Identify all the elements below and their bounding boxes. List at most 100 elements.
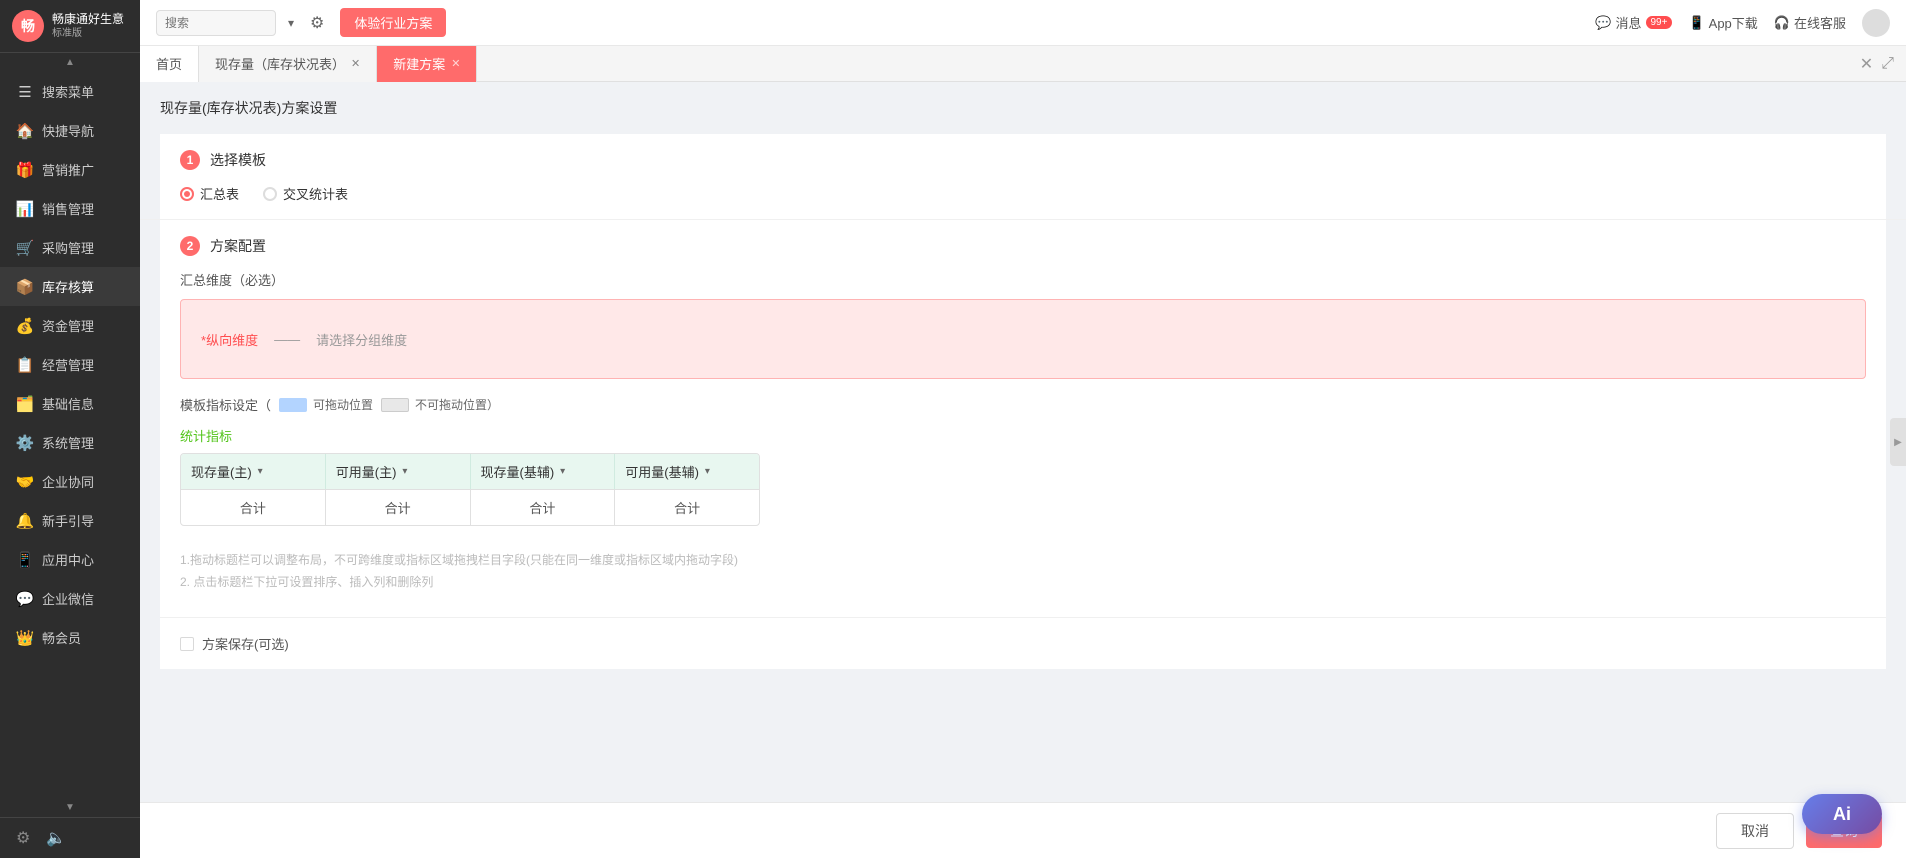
right-collapse-btn[interactable]: ▶: [1890, 418, 1906, 466]
app-download-btn[interactable]: 📱 App下载: [1688, 13, 1757, 32]
sidebar-bottom: ⚙ 🔈: [0, 817, 140, 858]
sidebar-item-label: 基础信息: [42, 394, 94, 413]
tab-new-scheme-label: 新建方案: [393, 54, 445, 73]
clipboard-icon: 📋: [16, 356, 34, 374]
page-title: 现存量(库存状况表)方案设置: [160, 98, 1886, 118]
radio-cross-label: 交叉统计表: [283, 184, 348, 203]
close-tab-icon[interactable]: ✕: [1860, 54, 1873, 74]
tabs-actions: ✕ ⤢: [1860, 54, 1906, 74]
stats-body-cell-0-3: 合计: [615, 490, 759, 525]
step1-title: 选择模板: [210, 150, 266, 170]
tab-home-label: 首页: [156, 54, 182, 73]
sidebar-scroll-down[interactable]: ▼: [0, 798, 140, 817]
stats-header-label-0: 现存量(主): [191, 462, 252, 481]
sidebar-item-sales[interactable]: 📊 销售管理: [0, 189, 140, 228]
sidebar-item-label: 销售管理: [42, 199, 94, 218]
stats-section-label: 统计指标: [180, 426, 1866, 445]
sidebar-item-inventory[interactable]: 📦 库存核算: [0, 267, 140, 306]
step1-number: 1: [180, 150, 200, 170]
stats-header-label-1: 可用量(主): [336, 462, 397, 481]
radio-summary[interactable]: 汇总表: [180, 184, 239, 203]
stats-table-header: 现存量(主) ▾ 可用量(主) ▾ 现存量(基辅) ▾ 可用量(基辅): [181, 454, 759, 489]
settings-icon[interactable]: ⚙: [16, 828, 30, 848]
sidebar-item-guide[interactable]: 🔔 新手引导: [0, 501, 140, 540]
chevron-down-icon-1[interactable]: ▾: [402, 466, 407, 477]
chevron-down-icon-3[interactable]: ▾: [705, 466, 710, 477]
sidebar-item-label: 资金管理: [42, 316, 94, 335]
sidebar-item-system[interactable]: ⚙️ 系统管理: [0, 423, 140, 462]
indicator-settings-text: 模板指标设定（: [180, 395, 271, 414]
radio-cross[interactable]: 交叉统计表: [263, 184, 348, 203]
step1-section: 1 选择模板 汇总表 交叉统计表: [160, 134, 1886, 219]
dimension-row: *纵向维度 —— 请选择分组维度: [201, 330, 407, 349]
message-btn[interactable]: 💬 消息 99+: [1595, 13, 1672, 32]
draggable-box: [279, 398, 307, 412]
phone-icon: 📱: [1688, 15, 1704, 31]
save-option: 方案保存(可选): [160, 617, 1886, 669]
fixed-label: 不可拖动位置）: [415, 396, 499, 413]
sidebar-item-operations[interactable]: 📋 经营管理: [0, 345, 140, 384]
step2-header: 2 方案配置: [180, 236, 1866, 256]
indicator-settings: 模板指标设定（ 可拖动位置 不可拖动位置） 统计指标 现存量(主): [180, 395, 1866, 526]
sidebar-item-finance[interactable]: 💰 资金管理: [0, 306, 140, 345]
chevron-down-icon-0[interactable]: ▾: [258, 466, 263, 477]
stats-table-body: 合计 合计 合计 合计: [181, 489, 759, 525]
phone-icon: 📱: [16, 551, 34, 569]
sidebar-item-app-center[interactable]: 📱 应用中心: [0, 540, 140, 579]
stats-header-cell-3[interactable]: 可用量(基辅) ▾: [615, 454, 759, 489]
stats-header-cell-2[interactable]: 现存量(基辅) ▾: [471, 454, 616, 489]
sidebar-item-label: 库存核算: [42, 277, 94, 296]
user-avatar[interactable]: [1862, 9, 1890, 37]
indicator-settings-label: 模板指标设定（ 可拖动位置 不可拖动位置）: [180, 395, 1866, 414]
tab-inventory-label: 现存量（库存状况表）: [215, 54, 345, 73]
sound-icon[interactable]: 🔈: [46, 828, 66, 848]
stats-table: 现存量(主) ▾ 可用量(主) ▾ 现存量(基辅) ▾ 可用量(基辅): [180, 453, 760, 526]
trial-btn[interactable]: 体验行业方案: [340, 8, 446, 37]
folder-icon: 🗂️: [16, 395, 34, 413]
content-area: 现存量(库存状况表)方案设置 1 选择模板 汇总表 交叉统计表: [140, 82, 1906, 802]
step2-section: 2 方案配置 汇总维度（必选） *纵向维度 —— 请选择分组维度 模板指标设定（…: [160, 220, 1886, 617]
expand-icon[interactable]: ⤢: [1881, 55, 1894, 73]
sidebar-item-quick-nav[interactable]: 🏠 快捷导航: [0, 111, 140, 150]
tab-new-scheme[interactable]: 新建方案 ✕: [377, 46, 477, 82]
message-badge: 99+: [1646, 16, 1673, 29]
sidebar-item-membership[interactable]: 👑 畅会员: [0, 618, 140, 657]
tips-section: 1.拖动标题栏可以调整布局，不可跨维度或指标区域拖拽栏目字段(只能在同一维度或指…: [180, 542, 1866, 601]
dimension-box[interactable]: *纵向维度 —— 请选择分组维度: [180, 299, 1866, 379]
search-input[interactable]: [156, 10, 276, 36]
tab-inventory-close[interactable]: ✕: [351, 57, 360, 70]
tab-home[interactable]: 首页: [140, 46, 199, 82]
save-checkbox[interactable]: [180, 637, 194, 651]
search-dropdown-icon[interactable]: ▾: [288, 16, 294, 30]
topbar-gear-icon[interactable]: ⚙: [310, 13, 324, 33]
tips-text: 1.拖动标题栏可以调整布局，不可跨维度或指标区域拖拽栏目字段(只能在同一维度或指…: [180, 550, 1866, 593]
ai-bubble[interactable]: Ai: [1802, 794, 1882, 834]
summary-dimension-label: 汇总维度（必选）: [180, 270, 1866, 289]
sidebar-item-label: 采购管理: [42, 238, 94, 257]
online-service-btn[interactable]: 🎧 在线客服: [1774, 13, 1846, 32]
chevron-down-icon-2[interactable]: ▾: [560, 466, 565, 477]
stats-header-cell-1[interactable]: 可用量(主) ▾: [326, 454, 471, 489]
cancel-button[interactable]: 取消: [1716, 813, 1794, 849]
sidebar-item-cooperation[interactable]: 🤝 企业协同: [0, 462, 140, 501]
stats-body-cell-0-0: 合计: [181, 490, 326, 525]
sidebar-scroll-up[interactable]: ▲: [0, 53, 140, 72]
sidebar-item-purchase[interactable]: 🛒 采购管理: [0, 228, 140, 267]
stats-body-cell-0-2: 合计: [471, 490, 616, 525]
sidebar-item-search-menu[interactable]: ☰ 搜索菜单: [0, 72, 140, 111]
stats-header-label-3: 可用量(基辅): [625, 462, 699, 481]
dimension-field-label: 纵向维度: [206, 333, 258, 348]
sidebar-item-label: 企业协同: [42, 472, 94, 491]
sidebar-item-marketing[interactable]: 🎁 营销推广: [0, 150, 140, 189]
sidebar-item-label: 畅会员: [42, 628, 81, 647]
sidebar-item-wechat[interactable]: 💬 企业微信: [0, 579, 140, 618]
sidebar-nav: ☰ 搜索菜单 🏠 快捷导航 🎁 营销推广 📊 销售管理 🛒 采购管理 📦 库存核…: [0, 72, 140, 798]
stats-header-cell-0[interactable]: 现存量(主) ▾: [181, 454, 326, 489]
tab-new-scheme-close[interactable]: ✕: [451, 57, 460, 70]
topbar-right: 💬 消息 99+ 📱 App下载 🎧 在线客服: [1595, 9, 1890, 37]
tab-inventory[interactable]: 现存量（库存状况表） ✕: [199, 46, 377, 82]
sidebar-item-basic-info[interactable]: 🗂️ 基础信息: [0, 384, 140, 423]
message-label: 消息: [1615, 13, 1641, 32]
money-icon: 💰: [16, 317, 34, 335]
drag-legend-draggable: 可拖动位置: [279, 396, 373, 413]
